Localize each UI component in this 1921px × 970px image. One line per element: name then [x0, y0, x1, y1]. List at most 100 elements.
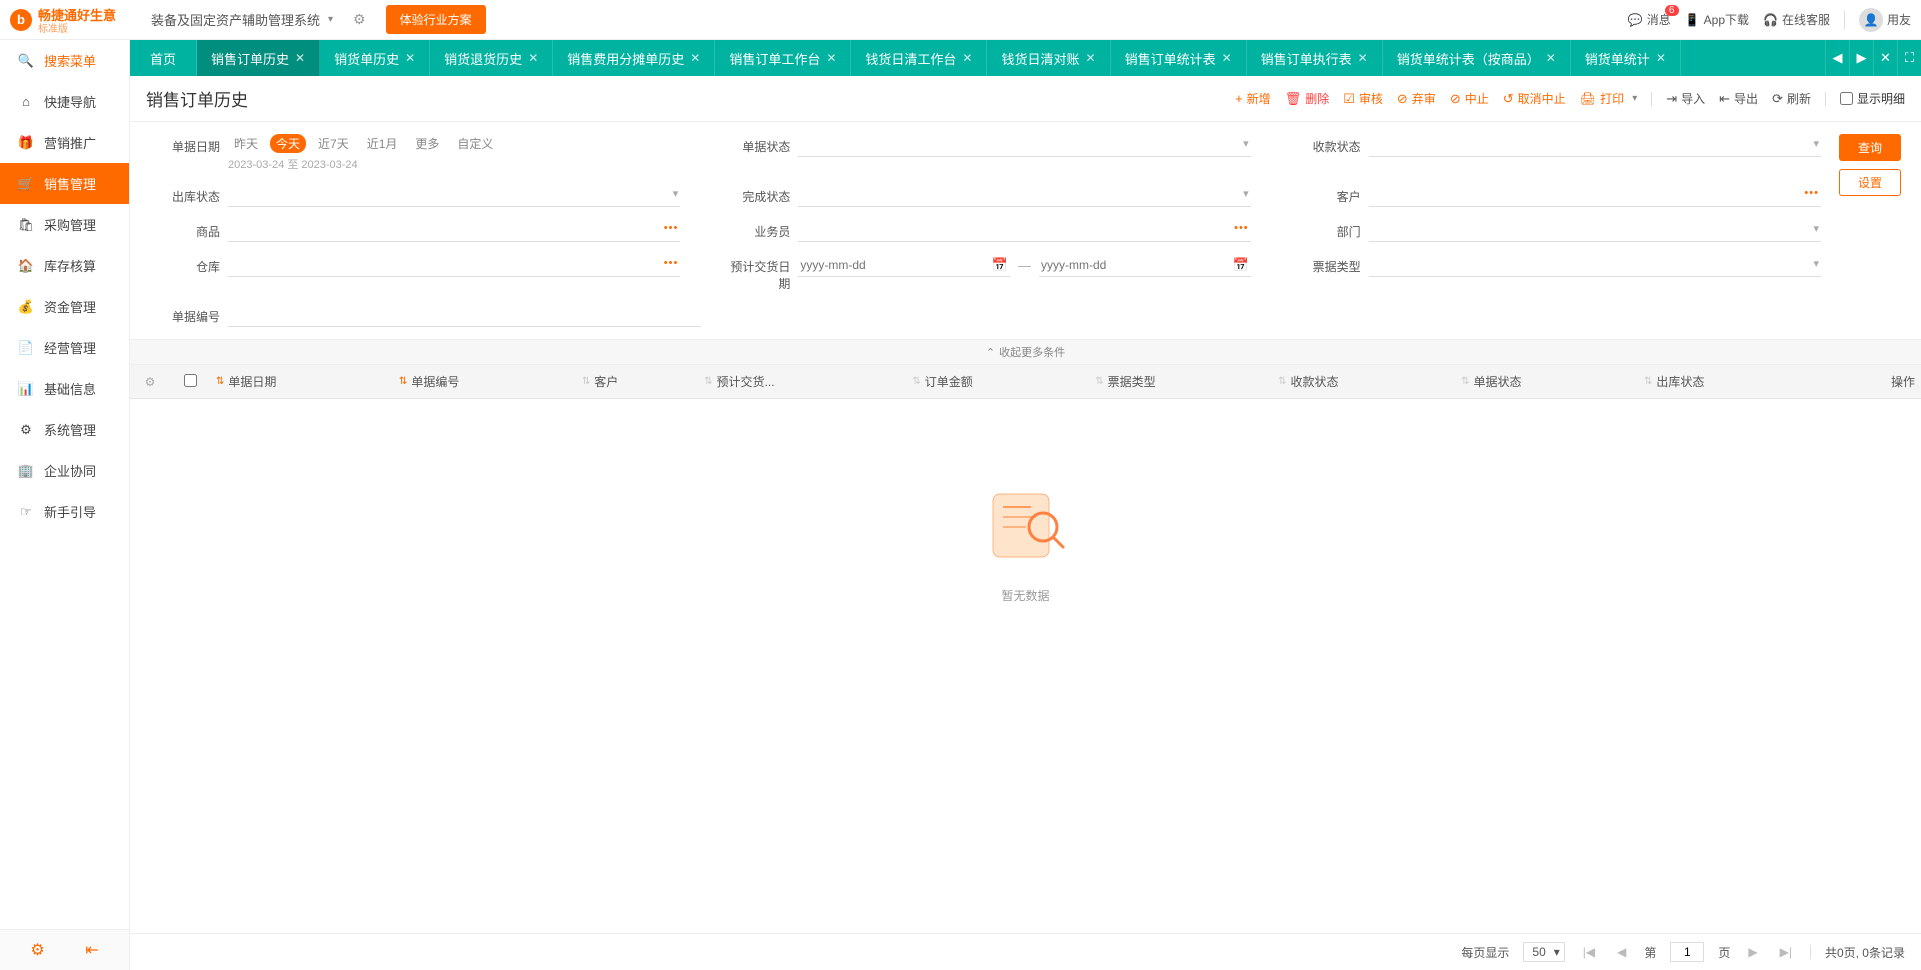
more-icon[interactable]: •••: [664, 257, 679, 269]
close-icon[interactable]: ✕: [405, 51, 415, 65]
tab-9[interactable]: 销售订单执行表✕: [1247, 40, 1383, 76]
table-header-0[interactable]: ⇅单据日期: [210, 365, 393, 399]
chevron-down-icon[interactable]: ▾: [673, 187, 679, 200]
abandon-button[interactable]: ⊘弃审: [1397, 90, 1436, 107]
close-icon[interactable]: ✕: [690, 51, 700, 65]
tab-4[interactable]: 销售费用分摊单历史✕: [553, 40, 715, 76]
close-icon[interactable]: ✕: [1546, 51, 1556, 65]
table-header-2[interactable]: ⇅客户: [576, 365, 698, 399]
close-icon[interactable]: ✕: [826, 51, 836, 65]
tab-scroll-left[interactable]: ◀: [1825, 40, 1849, 76]
show-detail-input[interactable]: [1840, 92, 1853, 105]
table-header-5[interactable]: ⇅票据类型: [1089, 365, 1272, 399]
warehouse-input[interactable]: [228, 254, 680, 277]
est-date-to-input[interactable]: [1039, 254, 1251, 277]
out-status-input[interactable]: [228, 184, 680, 207]
close-icon[interactable]: ✕: [295, 51, 305, 65]
export-button[interactable]: ⇤导出: [1719, 90, 1758, 107]
date-chip[interactable]: 近1月: [361, 134, 404, 153]
tab-5[interactable]: 销售订单工作台✕: [715, 40, 851, 76]
tab-7[interactable]: 钱货日清对账✕: [987, 40, 1110, 76]
tab-6[interactable]: 钱货日清工作台✕: [851, 40, 987, 76]
close-icon[interactable]: ✕: [528, 51, 538, 65]
calendar-icon[interactable]: 📅: [1232, 257, 1248, 273]
tab-fullscreen[interactable]: ⛶: [1897, 40, 1921, 76]
table-header-8[interactable]: ⇅出库状态: [1638, 365, 1821, 399]
sidebar-item-7[interactable]: 📊基础信息: [0, 368, 129, 409]
chevron-down-icon[interactable]: ▾: [1243, 137, 1249, 150]
settings-column[interactable]: ⚙: [130, 365, 170, 399]
prev-page-button[interactable]: ◀: [1613, 945, 1630, 959]
gear-icon[interactable]: ⚙: [353, 11, 366, 28]
table-header-4[interactable]: ⇅订单金额: [906, 365, 1089, 399]
date-chip[interactable]: 今天: [270, 134, 306, 153]
tab-8[interactable]: 销售订单统计表✕: [1111, 40, 1247, 76]
tab-2[interactable]: 销货单历史✕: [320, 40, 430, 76]
print-button[interactable]: 🖨打印▾: [1580, 90, 1638, 107]
user-menu[interactable]: 👤 用友: [1859, 8, 1911, 32]
sidebar-item-9[interactable]: 🏢企业协同: [0, 450, 129, 491]
date-chip[interactable]: 更多: [409, 134, 445, 153]
table-header-1[interactable]: ⇅单据编号: [393, 365, 576, 399]
order-status-input[interactable]: [798, 134, 1250, 157]
sidebar-item-5[interactable]: 💰资金管理: [0, 286, 129, 327]
salesman-input[interactable]: [798, 219, 1250, 242]
per-page-select[interactable]: 50 ▾: [1523, 942, 1564, 962]
date-chip[interactable]: 昨天: [228, 134, 264, 153]
tab-0[interactable]: 首页: [130, 40, 197, 76]
more-icon[interactable]: •••: [1234, 222, 1249, 234]
audit-button[interactable]: ☑审核: [1343, 90, 1383, 107]
messages-button[interactable]: 💬 消息 6: [1628, 11, 1671, 28]
first-page-button[interactable]: |◀: [1579, 945, 1599, 959]
date-chip[interactable]: 自定义: [451, 134, 499, 153]
date-chip[interactable]: 近7天: [312, 134, 355, 153]
sidebar-item-0[interactable]: ⌂快捷导航: [0, 81, 129, 122]
sidebar-item-3[interactable]: 🛍采购管理: [0, 204, 129, 245]
app-download-button[interactable]: 📱 App下载: [1685, 11, 1749, 28]
chevron-down-icon[interactable]: ▾: [1243, 187, 1249, 200]
delete-button[interactable]: 🗑删除: [1285, 90, 1330, 107]
close-icon[interactable]: ✕: [1358, 51, 1368, 65]
import-button[interactable]: ⇥导入: [1666, 90, 1705, 107]
system-select[interactable]: 装备及固定资产辅助管理系统 ▾: [151, 10, 333, 29]
close-icon[interactable]: ✕: [1656, 51, 1666, 65]
config-button[interactable]: 设置: [1839, 169, 1901, 196]
query-button[interactable]: 查询: [1839, 134, 1901, 161]
more-icon[interactable]: •••: [664, 222, 679, 234]
department-input[interactable]: [1369, 219, 1821, 242]
order-no-input[interactable]: [228, 304, 701, 327]
refresh-button[interactable]: ⟳刷新: [1772, 90, 1811, 107]
settings-icon[interactable]: ⚙: [30, 940, 44, 960]
collapse-sidebar-icon[interactable]: ⇤: [85, 940, 98, 960]
chevron-down-icon[interactable]: ▾: [1813, 137, 1819, 150]
online-service-button[interactable]: 🎧 在线客服: [1763, 11, 1830, 28]
tab-10[interactable]: 销货单统计表（按商品）✕: [1383, 40, 1571, 76]
calendar-icon[interactable]: 📅: [992, 257, 1008, 273]
chevron-down-icon[interactable]: ▾: [1813, 222, 1819, 235]
tab-3[interactable]: 销货退货历史✕: [430, 40, 553, 76]
more-icon[interactable]: •••: [1804, 187, 1819, 199]
experience-button[interactable]: 体验行业方案: [386, 5, 486, 34]
sidebar-item-1[interactable]: 🎁营销推广: [0, 122, 129, 163]
cancel-stop-button[interactable]: ↺取消中止: [1503, 90, 1566, 107]
est-date-from-input[interactable]: [798, 254, 1010, 277]
invoice-type-input[interactable]: [1369, 254, 1821, 277]
close-icon[interactable]: ✕: [1086, 51, 1096, 65]
table-header-7[interactable]: ⇅单据状态: [1455, 365, 1638, 399]
sidebar-item-6[interactable]: 📄经营管理: [0, 327, 129, 368]
table-header-6[interactable]: ⇅收款状态: [1272, 365, 1455, 399]
customer-input[interactable]: [1369, 184, 1821, 207]
show-detail-checkbox[interactable]: 显示明细: [1840, 90, 1905, 107]
tab-close-all[interactable]: ✕: [1873, 40, 1897, 76]
close-icon[interactable]: ✕: [962, 51, 972, 65]
close-icon[interactable]: ✕: [1222, 51, 1232, 65]
table-header-3[interactable]: ⇅预计交货...: [698, 365, 906, 399]
product-input[interactable]: [228, 219, 680, 242]
stop-button[interactable]: ⊘中止: [1450, 90, 1489, 107]
sidebar-item-8[interactable]: ⚙系统管理: [0, 409, 129, 450]
sidebar-item-2[interactable]: 🛒销售管理: [0, 163, 129, 204]
select-all-checkbox[interactable]: [184, 374, 197, 387]
receipt-status-input[interactable]: [1369, 134, 1821, 157]
page-input[interactable]: [1670, 942, 1704, 962]
chevron-down-icon[interactable]: ▾: [1813, 257, 1819, 270]
